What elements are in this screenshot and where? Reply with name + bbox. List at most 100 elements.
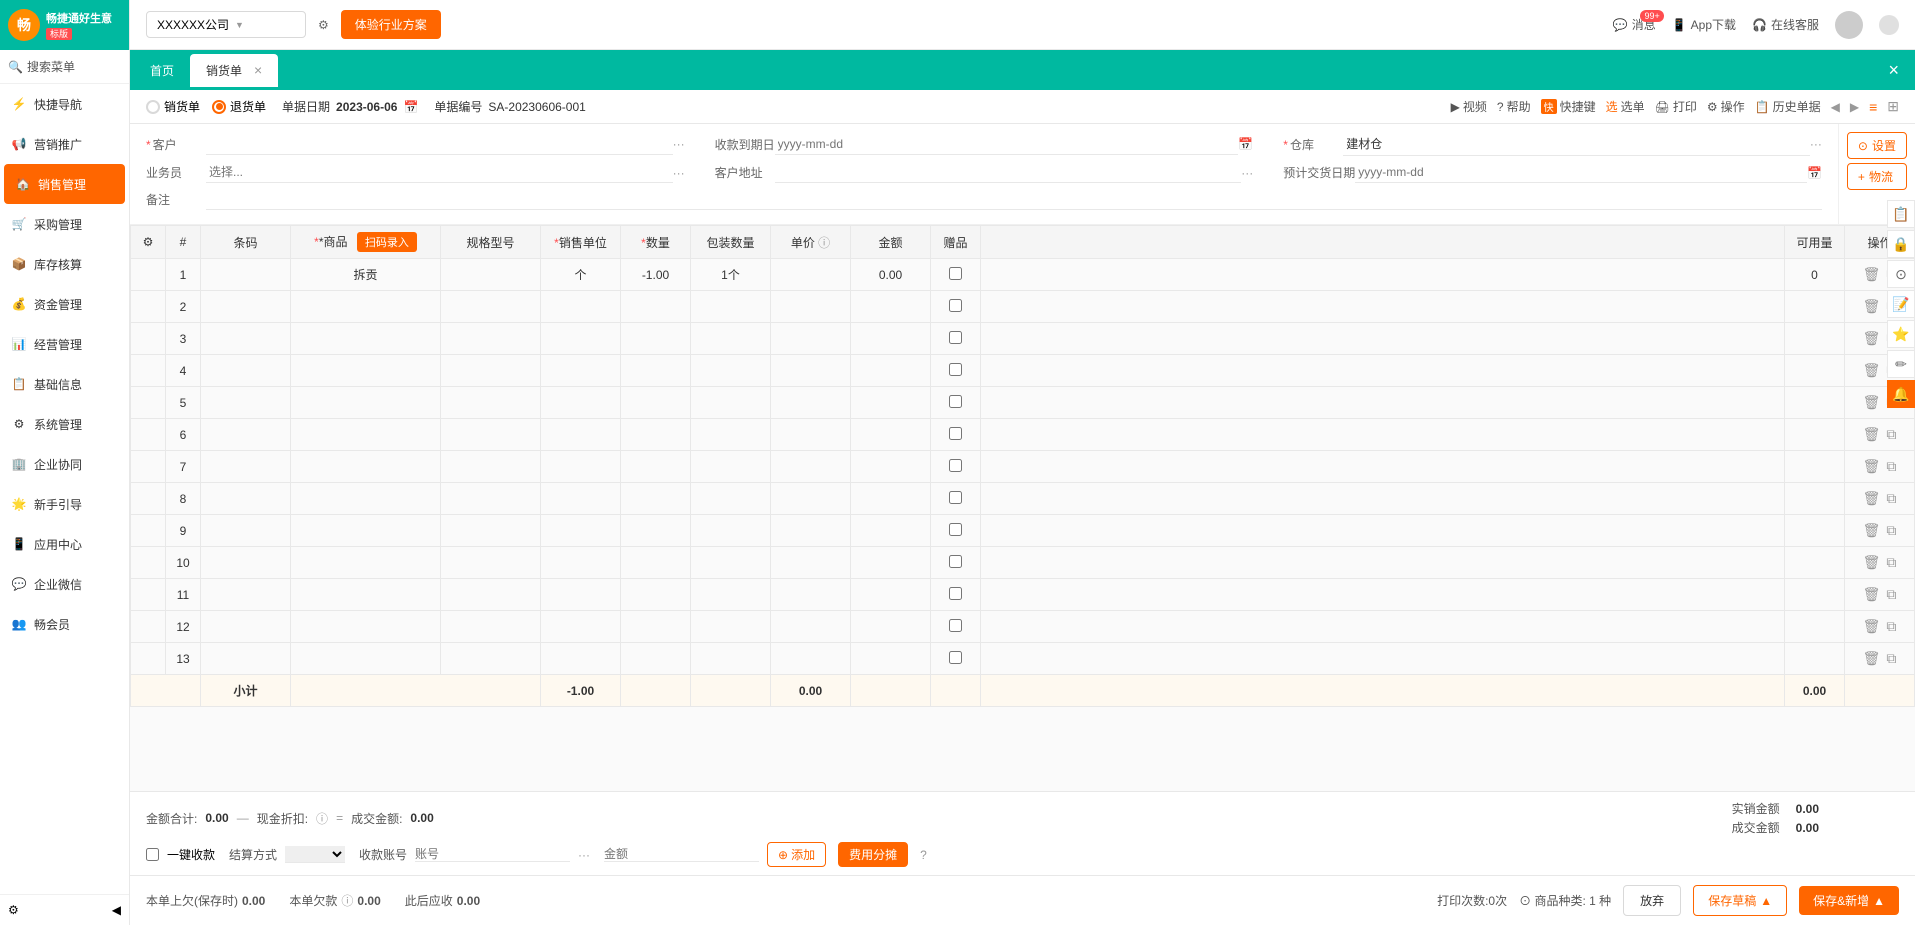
- td-barcode[interactable]: [201, 259, 291, 291]
- due-date-input[interactable]: [775, 134, 1239, 155]
- copy-icon[interactable]: ⧉: [1886, 522, 1896, 539]
- user-avatar2[interactable]: [1879, 15, 1899, 35]
- price-info-icon[interactable]: ⓘ: [818, 236, 830, 250]
- gift-checkbox[interactable]: [949, 299, 962, 312]
- gift-checkbox[interactable]: [949, 459, 962, 472]
- table-scroll-area[interactable]: ⚙ # 条码 **商品 扫码录入 规格型号: [130, 225, 1915, 791]
- copy-icon[interactable]: ⧉: [1886, 426, 1896, 443]
- td-price[interactable]: [771, 259, 851, 291]
- tab-bar-close-btn[interactable]: ×: [1876, 60, 1911, 81]
- grid-view-icon[interactable]: ⊞: [1887, 98, 1899, 115]
- settings-footer-icon[interactable]: ⚙: [8, 903, 19, 917]
- gift-checkbox[interactable]: [949, 395, 962, 408]
- account-more-icon[interactable]: ···: [578, 848, 590, 862]
- gift-checkbox[interactable]: [949, 651, 962, 664]
- prev-icon[interactable]: ◀: [1831, 100, 1840, 114]
- copy-icon[interactable]: ⧉: [1886, 490, 1896, 507]
- customer-addr-input[interactable]: [775, 162, 1242, 183]
- addr-more-icon[interactable]: ···: [1241, 166, 1253, 180]
- action-operate[interactable]: ⚙ 操作: [1707, 98, 1745, 115]
- sidebar-item-quicknav[interactable]: ⚡ 快捷导航: [0, 84, 129, 124]
- copy-icon[interactable]: ⧉: [1886, 554, 1896, 571]
- salesman-input[interactable]: [206, 162, 673, 183]
- sidebar-item-apps[interactable]: 📱 应用中心: [0, 524, 129, 564]
- gear-settings-icon[interactable]: ⚙: [318, 18, 329, 32]
- due-date-calendar-icon[interactable]: 📅: [1238, 137, 1253, 151]
- radio-return[interactable]: 退货单: [212, 98, 266, 115]
- gift-checkbox[interactable]: [949, 331, 962, 344]
- delete-icon[interactable]: 🗑: [1863, 266, 1881, 283]
- next-icon[interactable]: ▶: [1850, 100, 1859, 114]
- gift-checkbox[interactable]: [949, 427, 962, 440]
- gift-checkbox[interactable]: [949, 555, 962, 568]
- sidebar-item-sales[interactable]: 🏠 销售管理: [4, 164, 125, 204]
- radio-sales[interactable]: 销货单: [146, 98, 200, 115]
- gift-checkbox[interactable]: [949, 619, 962, 632]
- right-btn-4[interactable]: 📝: [1887, 290, 1915, 318]
- th-settings[interactable]: ⚙: [131, 226, 166, 259]
- save-new-button[interactable]: 保存&新增 ▲: [1799, 886, 1899, 915]
- delete-icon[interactable]: 🗑: [1863, 394, 1881, 411]
- action-shortcut[interactable]: 快 快捷键: [1541, 98, 1596, 115]
- copy-icon[interactable]: ⧉: [1886, 458, 1896, 475]
- sidebar-item-wechat[interactable]: 💬 企业微信: [0, 564, 129, 604]
- scan-button[interactable]: 扫码录入: [357, 232, 417, 252]
- tab-close-icon[interactable]: ×: [254, 63, 262, 77]
- expected-date-calendar-icon[interactable]: 📅: [1807, 166, 1822, 180]
- message-btn[interactable]: 💬 消息 99+: [1613, 16, 1656, 33]
- collapse-icon[interactable]: ◀: [112, 903, 121, 917]
- gift-checkbox[interactable]: [949, 523, 962, 536]
- right-btn-5[interactable]: ⭐: [1887, 320, 1915, 348]
- delete-icon[interactable]: 🗑: [1863, 330, 1881, 347]
- settle-method-select[interactable]: [285, 846, 345, 863]
- sidebar-item-guide[interactable]: 🌟 新手引导: [0, 484, 129, 524]
- save-draft-button[interactable]: 保存草稿 ▲: [1693, 885, 1787, 916]
- sidebar-item-marketing[interactable]: 📢 营销推广: [0, 124, 129, 164]
- sidebar-item-operations[interactable]: 📊 经营管理: [0, 324, 129, 364]
- delete-icon[interactable]: 🗑: [1863, 458, 1881, 475]
- tab-home[interactable]: 首页: [134, 54, 190, 87]
- td-remark[interactable]: [981, 259, 1785, 291]
- delete-icon[interactable]: 🗑: [1863, 298, 1881, 315]
- circle-icon[interactable]: ⊙: [1519, 894, 1531, 908]
- fee-help-icon[interactable]: ?: [920, 848, 927, 862]
- delete-icon[interactable]: 🗑: [1863, 554, 1881, 571]
- td-qty[interactable]: -1.00: [621, 259, 691, 291]
- amount-input[interactable]: [604, 847, 759, 862]
- user-avatar[interactable]: [1835, 11, 1863, 39]
- action-select[interactable]: 选 选单: [1606, 98, 1645, 115]
- list-view-icon[interactable]: ≡: [1869, 99, 1877, 115]
- sidebar-item-member[interactable]: 👥 畅会员: [0, 604, 129, 644]
- delete-icon[interactable]: 🗑: [1863, 522, 1881, 539]
- delete-icon[interactable]: 🗑: [1863, 586, 1881, 603]
- add-payment-button[interactable]: ⊕ 添加: [767, 842, 826, 867]
- action-history[interactable]: 📋 历史单据: [1755, 98, 1821, 115]
- right-btn-3[interactable]: ⊙: [1887, 260, 1915, 288]
- expected-date-input[interactable]: [1355, 162, 1807, 183]
- sidebar-item-system[interactable]: ⚙ 系统管理: [0, 404, 129, 444]
- one-click-checkbox[interactable]: [146, 848, 159, 861]
- sidebar-item-purchase[interactable]: 🛒 采购管理: [0, 204, 129, 244]
- td-gift[interactable]: [931, 259, 981, 291]
- delete-icon[interactable]: 🗑: [1863, 650, 1881, 667]
- copy-icon[interactable]: ⧉: [1886, 586, 1896, 603]
- sidebar-item-basic[interactable]: 📋 基础信息: [0, 364, 129, 404]
- customer-input[interactable]: [206, 134, 673, 155]
- calendar-icon[interactable]: 📅: [403, 100, 418, 114]
- sidebar-item-enterprise[interactable]: 🏢 企业协同: [0, 444, 129, 484]
- warehouse-more-icon[interactable]: ···: [1810, 137, 1822, 151]
- discard-button[interactable]: 放弃: [1623, 885, 1681, 916]
- sidebar-item-inventory[interactable]: 📦 库存核算: [0, 244, 129, 284]
- tab-sales-order[interactable]: 销货单 ×: [190, 54, 278, 87]
- logistics-button[interactable]: + 物流: [1847, 163, 1907, 190]
- discount-info-icon[interactable]: ⓘ: [316, 810, 328, 827]
- company-selector[interactable]: XXXXXX公司 ▼: [146, 11, 306, 38]
- action-video[interactable]: ▶ 视频: [1451, 98, 1487, 115]
- right-btn-1[interactable]: 📋: [1887, 200, 1915, 228]
- delete-icon[interactable]: 🗑: [1863, 426, 1881, 443]
- remark-input[interactable]: [206, 189, 1822, 210]
- account-input[interactable]: [415, 847, 570, 862]
- gift-checkbox[interactable]: [949, 491, 962, 504]
- search-menu-item[interactable]: 🔍 视频 搜索菜单: [0, 50, 129, 84]
- fee-split-button[interactable]: 费用分摊: [838, 842, 908, 867]
